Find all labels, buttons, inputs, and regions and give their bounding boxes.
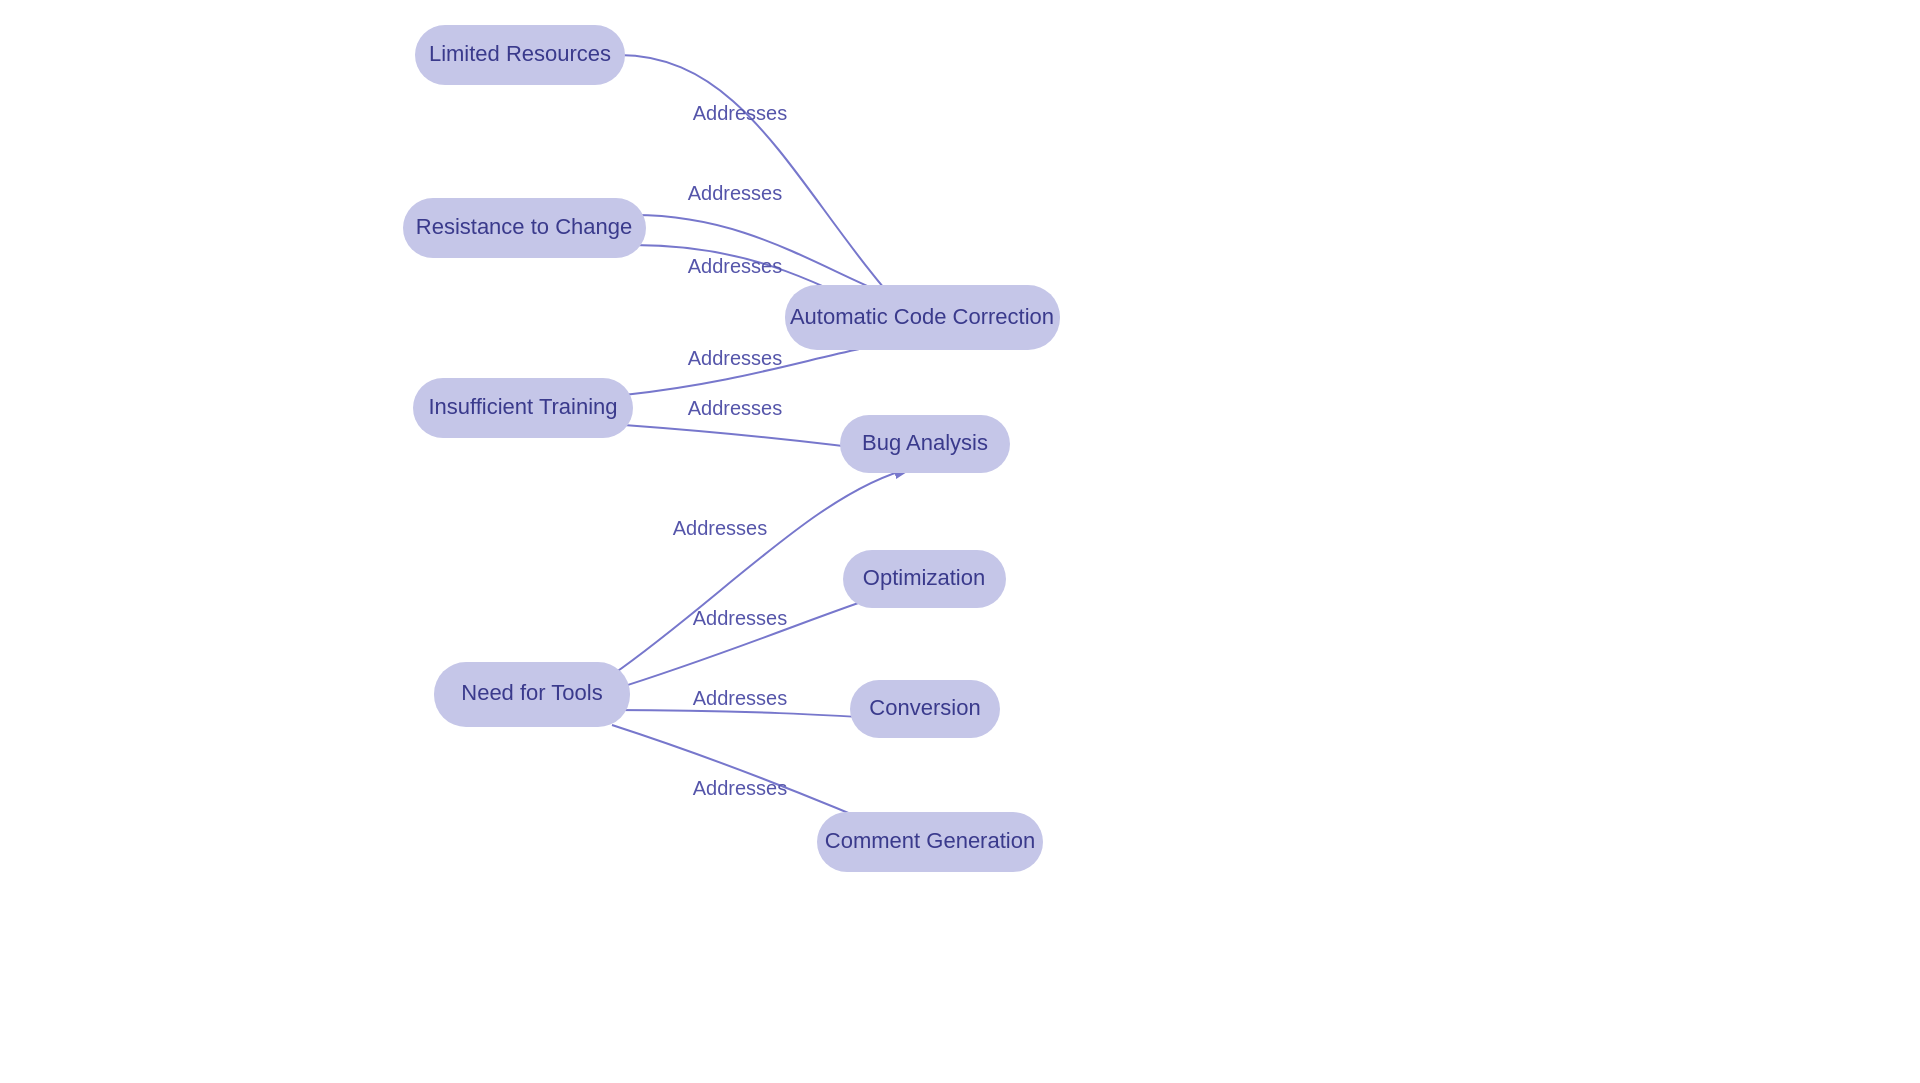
edge-label-1: Addresses <box>693 102 788 124</box>
node-need-for-tools-label: Need for Tools <box>461 680 602 705</box>
node-limited-resources-label: Limited Resources <box>429 41 611 66</box>
node-resistance-to-change-label: Resistance to Change <box>416 214 632 239</box>
node-optimization-label: Optimization <box>863 565 985 590</box>
edge-label-4: Addresses <box>688 347 783 369</box>
node-conversion-label: Conversion <box>869 695 980 720</box>
edge-label-8: Addresses <box>693 687 788 709</box>
edge-label-3: Addresses <box>688 255 783 277</box>
edge-label-6: Addresses <box>673 517 768 539</box>
edge-label-5: Addresses <box>688 397 783 419</box>
edge-label-2: Addresses <box>688 182 783 204</box>
node-bug-analysis-label: Bug Analysis <box>862 430 988 455</box>
edge-label-9: Addresses <box>693 777 788 799</box>
node-acc-label: Automatic Code Correction <box>790 304 1054 329</box>
node-comment-generation-label: Comment Generation <box>825 828 1035 853</box>
node-insufficient-training-label: Insufficient Training <box>428 394 617 419</box>
edge-label-7: Addresses <box>693 607 788 629</box>
